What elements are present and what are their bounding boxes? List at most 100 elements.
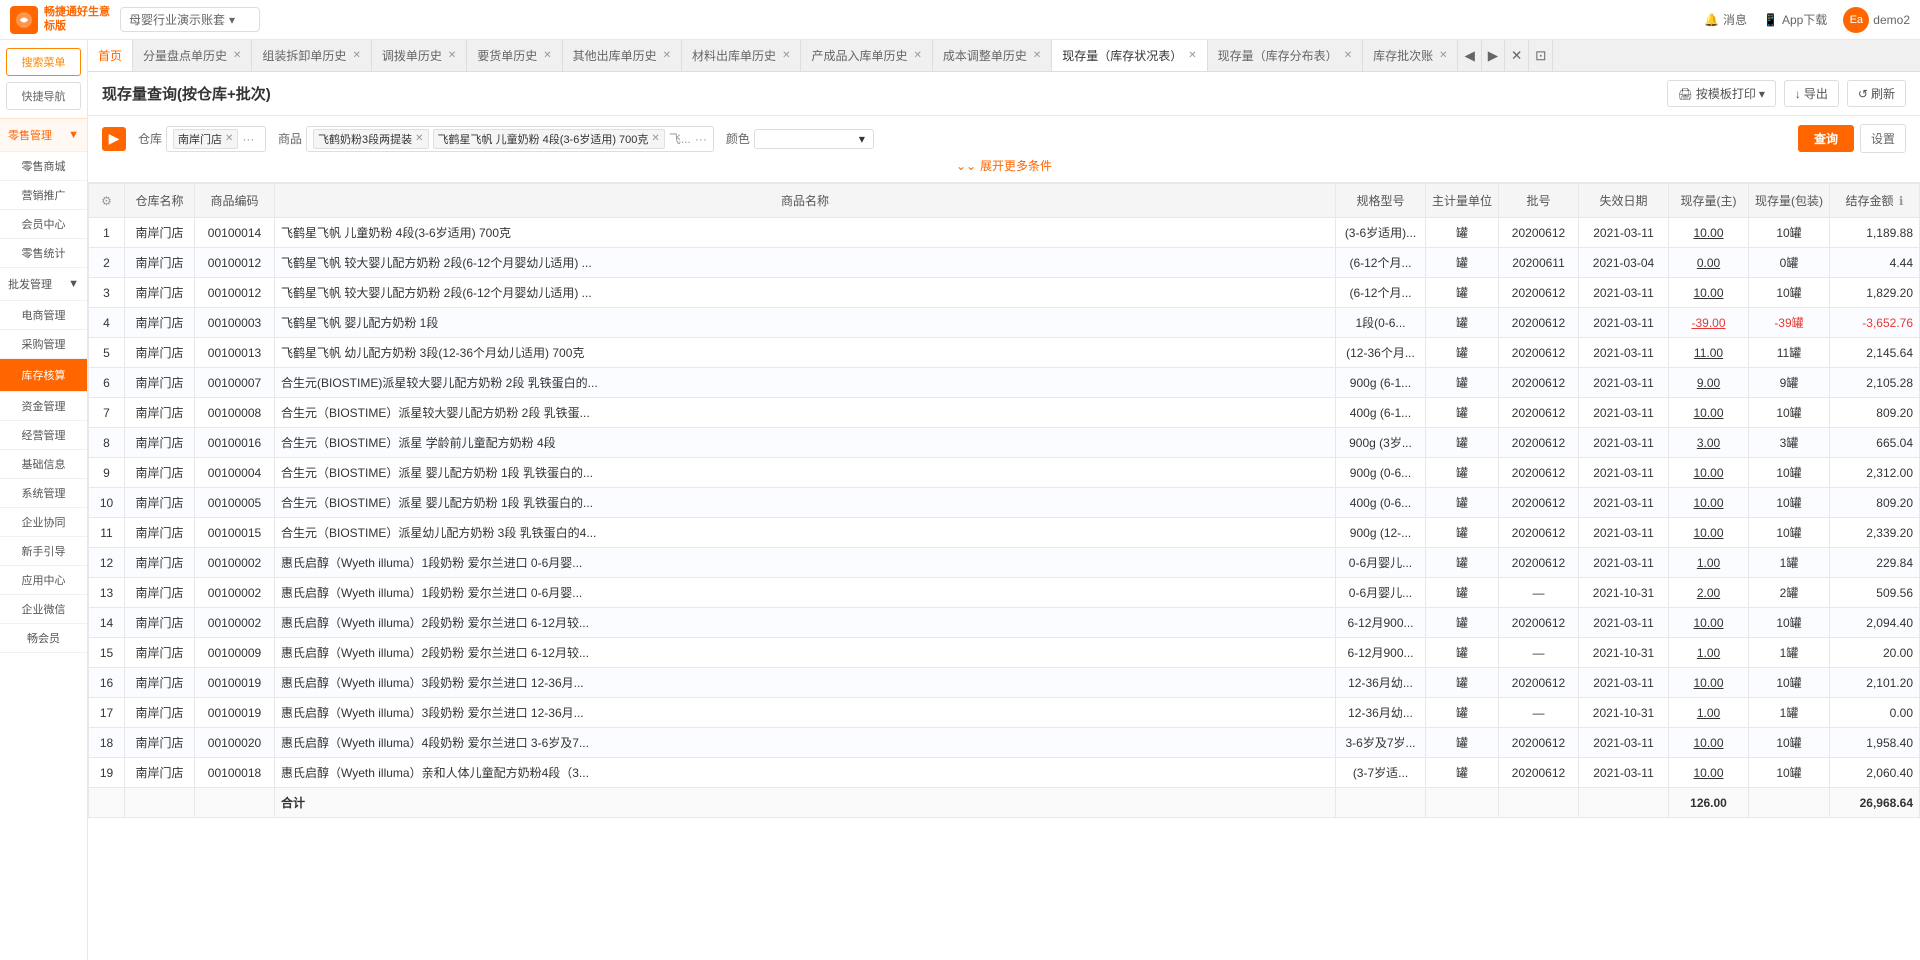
tab-transfer[interactable]: 调拨单历史 ✕ bbox=[372, 40, 467, 72]
tab-batch-ledger[interactable]: 库存批次账 ✕ bbox=[1363, 40, 1458, 72]
row-qty-main[interactable]: 9.00 bbox=[1669, 368, 1749, 398]
row-qty-main[interactable]: 11.00 bbox=[1669, 338, 1749, 368]
tab-next-btn[interactable]: ▶ bbox=[1482, 40, 1505, 72]
row-qty-main[interactable]: 1.00 bbox=[1669, 638, 1749, 668]
tab-cost-adj[interactable]: 成本调整单历史 ✕ bbox=[933, 40, 1052, 72]
row-qty-main[interactable]: 10.00 bbox=[1669, 758, 1749, 788]
sidebar-item-retail-store[interactable]: 零售商城 bbox=[0, 152, 87, 181]
table-row: 16南岸门店00100019惠氏启醇（Wyeth illuma）3段奶粉 爱尔兰… bbox=[89, 668, 1920, 698]
tab-finished-in[interactable]: 产成品入库单历史 ✕ bbox=[801, 40, 932, 72]
row-name: 合生元（BIOSTIME）派星 婴儿配方奶粉 1段 乳铁蛋白的... bbox=[275, 458, 1336, 488]
collapse-btn[interactable]: ▶ bbox=[102, 127, 126, 151]
user-avatar[interactable]: Ea demo2 bbox=[1843, 7, 1910, 33]
tab-close-7[interactable]: ✕ bbox=[913, 50, 921, 61]
tab-inventory-count[interactable]: 分量盘点单历史 ✕ bbox=[133, 40, 252, 72]
row-qty-main[interactable]: 0.00 bbox=[1669, 248, 1749, 278]
row-warehouse: 南岸门店 bbox=[125, 248, 195, 278]
row-batch: — bbox=[1499, 698, 1579, 728]
sidebar-item-operations[interactable]: 经营管理 bbox=[0, 421, 87, 450]
sidebar-item-finance[interactable]: 资金管理 bbox=[0, 392, 87, 421]
th-settings[interactable]: ⚙ bbox=[89, 184, 125, 218]
row-qty-main[interactable]: 10.00 bbox=[1669, 518, 1749, 548]
color-select-container[interactable]: ▾ bbox=[754, 129, 874, 149]
sidebar-item-wechat[interactable]: 企业微信 bbox=[0, 595, 87, 624]
tab-close-6[interactable]: ✕ bbox=[782, 50, 790, 61]
sidebar-item-marketing[interactable]: 营销推广 bbox=[0, 181, 87, 210]
row-qty-main[interactable]: 10.00 bbox=[1669, 218, 1749, 248]
row-balance: 509.56 bbox=[1830, 578, 1920, 608]
logo-icon bbox=[10, 6, 38, 34]
row-balance: 809.20 bbox=[1830, 488, 1920, 518]
row-code: 00100007 bbox=[195, 368, 275, 398]
product-tag-1-close[interactable]: ✕ bbox=[415, 133, 423, 144]
tab-close-3[interactable]: ✕ bbox=[448, 50, 456, 61]
setting-btn[interactable]: 设置 bbox=[1860, 124, 1906, 153]
tab-close-2[interactable]: ✕ bbox=[352, 50, 360, 61]
sidebar-item-basic-info[interactable]: 基础信息 bbox=[0, 450, 87, 479]
warehouse-tag-container[interactable]: 南岸门店 ✕ ··· bbox=[166, 126, 266, 152]
search-menu-btn[interactable]: 搜索菜单 bbox=[6, 48, 81, 76]
tab-close-11[interactable]: ✕ bbox=[1439, 50, 1447, 61]
sidebar-item-membership2[interactable]: 畅会员 bbox=[0, 624, 87, 653]
messages-btn[interactable]: 🔔 消息 bbox=[1704, 11, 1747, 28]
row-qty-main[interactable]: 10.00 bbox=[1669, 488, 1749, 518]
tab-close-9[interactable]: ✕ bbox=[1188, 50, 1196, 61]
tab-requisition[interactable]: 要货单历史 ✕ bbox=[467, 40, 562, 72]
table-row: 3南岸门店00100012飞鹤星飞帆 较大婴儿配方奶粉 2段(6-12个月婴幼儿… bbox=[89, 278, 1920, 308]
refresh-btn[interactable]: ↺ 刷新 bbox=[1847, 80, 1906, 107]
tab-home[interactable]: 首页 bbox=[88, 40, 133, 72]
tab-assemble[interactable]: 组装拆卸单历史 ✕ bbox=[252, 40, 371, 72]
product-tag-2-close[interactable]: ✕ bbox=[651, 133, 659, 144]
tab-expand-btn[interactable]: ⊡ bbox=[1529, 40, 1553, 72]
app-download-btn[interactable]: 📱 App下载 bbox=[1763, 11, 1827, 28]
row-balance: 2,094.40 bbox=[1830, 608, 1920, 638]
row-code: 00100002 bbox=[195, 548, 275, 578]
row-code: 00100002 bbox=[195, 578, 275, 608]
tab-prev-btn[interactable]: ◀ bbox=[1458, 40, 1481, 72]
row-warehouse: 南岸门店 bbox=[125, 488, 195, 518]
sidebar-item-purchase[interactable]: 采购管理 bbox=[0, 330, 87, 359]
tab-material-out[interactable]: 材料出库单历史 ✕ bbox=[682, 40, 801, 72]
export-btn[interactable]: ↓ 导出 bbox=[1784, 80, 1839, 107]
print-btn[interactable]: 🖨 按模板打印 ▾ bbox=[1667, 80, 1776, 107]
tab-other-out[interactable]: 其他出库单历史 ✕ bbox=[563, 40, 682, 72]
sidebar-item-retail-mgmt[interactable]: 零售管理 ▼ bbox=[0, 119, 87, 152]
row-qty-main[interactable]: 10.00 bbox=[1669, 458, 1749, 488]
warehouse-tag-close[interactable]: ✕ bbox=[225, 133, 233, 144]
row-qty-main[interactable]: 2.00 bbox=[1669, 578, 1749, 608]
sidebar-item-collab[interactable]: 企业协同 bbox=[0, 508, 87, 537]
account-dropdown[interactable]: 母婴行业演示账套 ▾ bbox=[120, 7, 260, 32]
tab-close-10[interactable]: ✕ bbox=[1344, 50, 1352, 61]
row-qty-main[interactable]: 10.00 bbox=[1669, 278, 1749, 308]
expand-conditions-btn[interactable]: ⌄⌄ 展开更多条件 bbox=[956, 157, 1052, 174]
sidebar-item-app-center[interactable]: 应用中心 bbox=[0, 566, 87, 595]
tab-close-4[interactable]: ✕ bbox=[543, 50, 551, 61]
tab-close-5[interactable]: ✕ bbox=[663, 50, 671, 61]
tab-close-all-btn[interactable]: ✕ bbox=[1505, 40, 1529, 72]
quick-nav-btn[interactable]: 快捷导航 bbox=[6, 82, 81, 110]
tab-stock-dist[interactable]: 现存量（库存分布表） ✕ bbox=[1208, 40, 1363, 72]
sidebar-item-wholesale[interactable]: 批发管理 ▼ bbox=[0, 268, 87, 301]
row-qty-main[interactable]: 3.00 bbox=[1669, 428, 1749, 458]
sidebar-item-inventory[interactable]: 库存核算 bbox=[0, 359, 87, 392]
tab-close-1[interactable]: ✕ bbox=[233, 50, 241, 61]
query-btn[interactable]: 查询 bbox=[1798, 125, 1854, 152]
sidebar-item-membership[interactable]: 会员中心 bbox=[0, 210, 87, 239]
sidebar-item-guide[interactable]: 新手引导 bbox=[0, 537, 87, 566]
sidebar-item-retail-stats[interactable]: 零售统计 bbox=[0, 239, 87, 268]
row-qty-main[interactable]: 10.00 bbox=[1669, 728, 1749, 758]
settings-icon[interactable]: ⚙ bbox=[101, 194, 112, 208]
row-qty-main[interactable]: 1.00 bbox=[1669, 698, 1749, 728]
sidebar-item-ecommerce[interactable]: 电商管理 bbox=[0, 301, 87, 330]
tab-close-8[interactable]: ✕ bbox=[1033, 50, 1041, 61]
row-qty-main[interactable]: 10.00 bbox=[1669, 398, 1749, 428]
row-batch: 20200612 bbox=[1499, 668, 1579, 698]
sidebar-item-system[interactable]: 系统管理 bbox=[0, 479, 87, 508]
row-balance: 2,101.20 bbox=[1830, 668, 1920, 698]
product-tag-container[interactable]: 飞鹤奶粉3段两提装 ✕ 飞鹤星飞帆 儿童奶粉 4段(3-6岁适用) 700克 ✕… bbox=[306, 126, 714, 152]
tab-stock-status[interactable]: 现存量（库存状况表） ✕ bbox=[1052, 40, 1207, 72]
row-qty-main[interactable]: 10.00 bbox=[1669, 608, 1749, 638]
row-qty-main[interactable]: 10.00 bbox=[1669, 668, 1749, 698]
row-qty-main[interactable]: 1.00 bbox=[1669, 548, 1749, 578]
row-qty-main[interactable]: -39.00 bbox=[1669, 308, 1749, 338]
